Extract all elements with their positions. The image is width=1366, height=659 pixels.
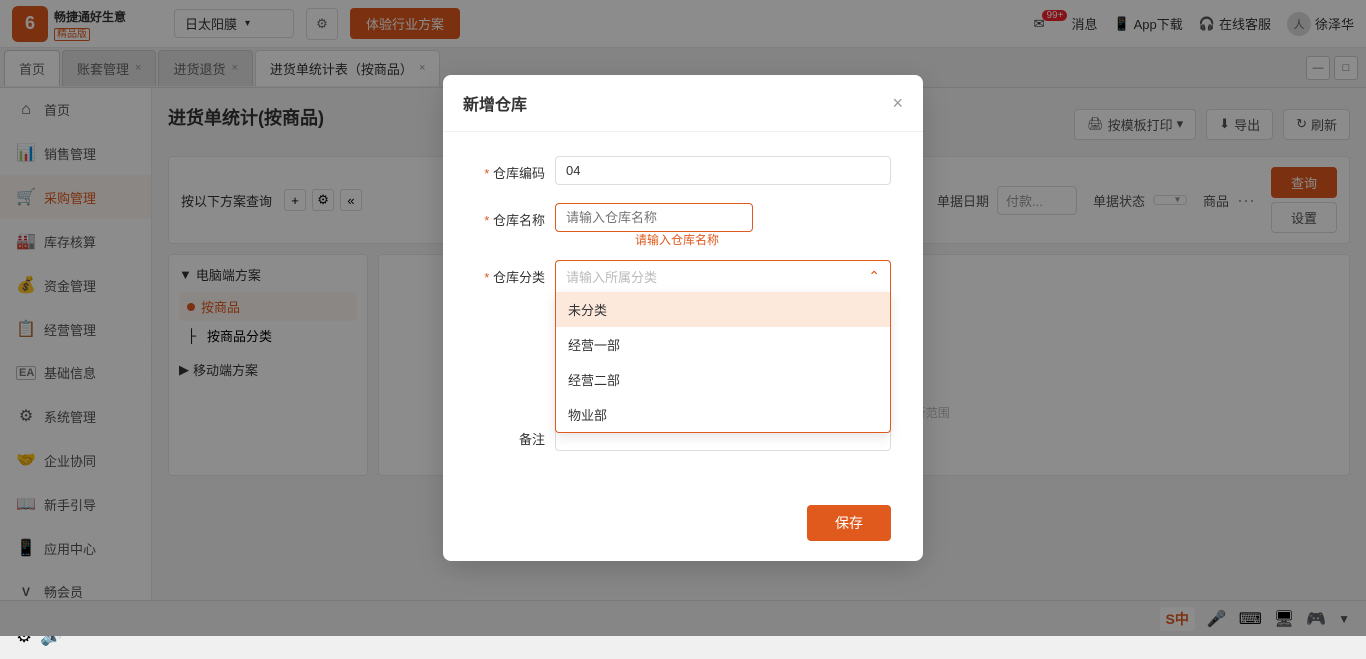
name-input[interactable] bbox=[555, 203, 753, 232]
category-label: * 仓库分类 bbox=[475, 260, 555, 286]
save-button[interactable]: 保存 bbox=[807, 505, 891, 541]
modal-close-button[interactable]: × bbox=[892, 93, 903, 114]
modal-overlay: 新增仓库 × * 仓库编码 * 仓库名称 请输入仓库名称 bbox=[0, 0, 1366, 636]
modal-title: 新增仓库 bbox=[463, 91, 527, 115]
code-label: * 仓库编码 bbox=[475, 156, 555, 182]
chevron-up-icon: ⌃ bbox=[868, 268, 880, 285]
modal-footer: 保存 bbox=[443, 493, 923, 561]
name-error-message: 请输入仓库名称 bbox=[635, 231, 719, 248]
dropdown-item-dept2[interactable]: 经营二部 bbox=[556, 362, 890, 397]
name-label: * 仓库名称 bbox=[475, 203, 555, 229]
form-row-category: * 仓库分类 请输入所属分类 ⌃ 未分类 经营一部 经营二部 物业部 bbox=[475, 260, 891, 292]
add-warehouse-modal: 新增仓库 × * 仓库编码 * 仓库名称 请输入仓库名称 bbox=[443, 75, 923, 561]
code-input[interactable] bbox=[555, 156, 891, 185]
category-select[interactable]: 请输入所属分类 ⌃ bbox=[555, 260, 891, 292]
modal-body: * 仓库编码 * 仓库名称 请输入仓库名称 * bbox=[443, 132, 923, 493]
form-row-code: * 仓库编码 bbox=[475, 156, 891, 185]
modal-header: 新增仓库 × bbox=[443, 75, 923, 132]
dropdown-item-dept3[interactable]: 物业部 bbox=[556, 397, 890, 432]
form-row-name: * 仓库名称 请输入仓库名称 bbox=[475, 203, 891, 232]
category-dropdown: 未分类 经营一部 经营二部 物业部 bbox=[555, 292, 891, 433]
notes-label: 备注 bbox=[475, 422, 555, 448]
dropdown-item-uncategorized[interactable]: 未分类 bbox=[556, 292, 890, 327]
dropdown-item-dept1[interactable]: 经营一部 bbox=[556, 327, 890, 362]
